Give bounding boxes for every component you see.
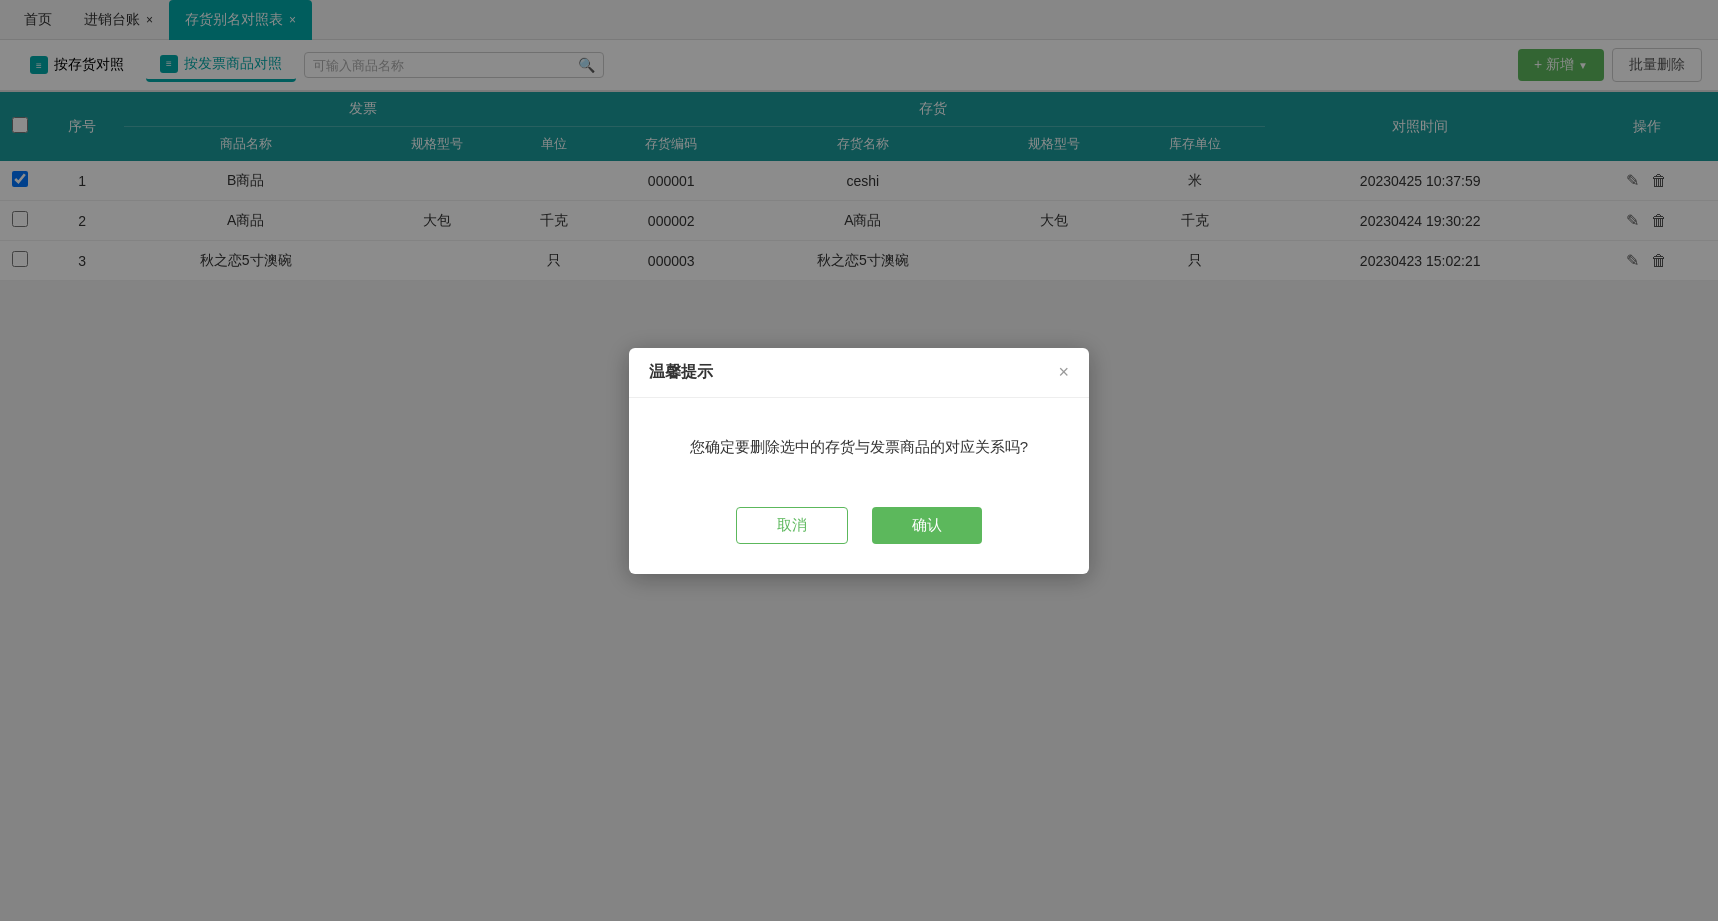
dialog-overlay: 温馨提示 × 您确定要删除选中的存货与发票商品的对应关系吗? 取消 确认 xyxy=(0,0,1718,281)
